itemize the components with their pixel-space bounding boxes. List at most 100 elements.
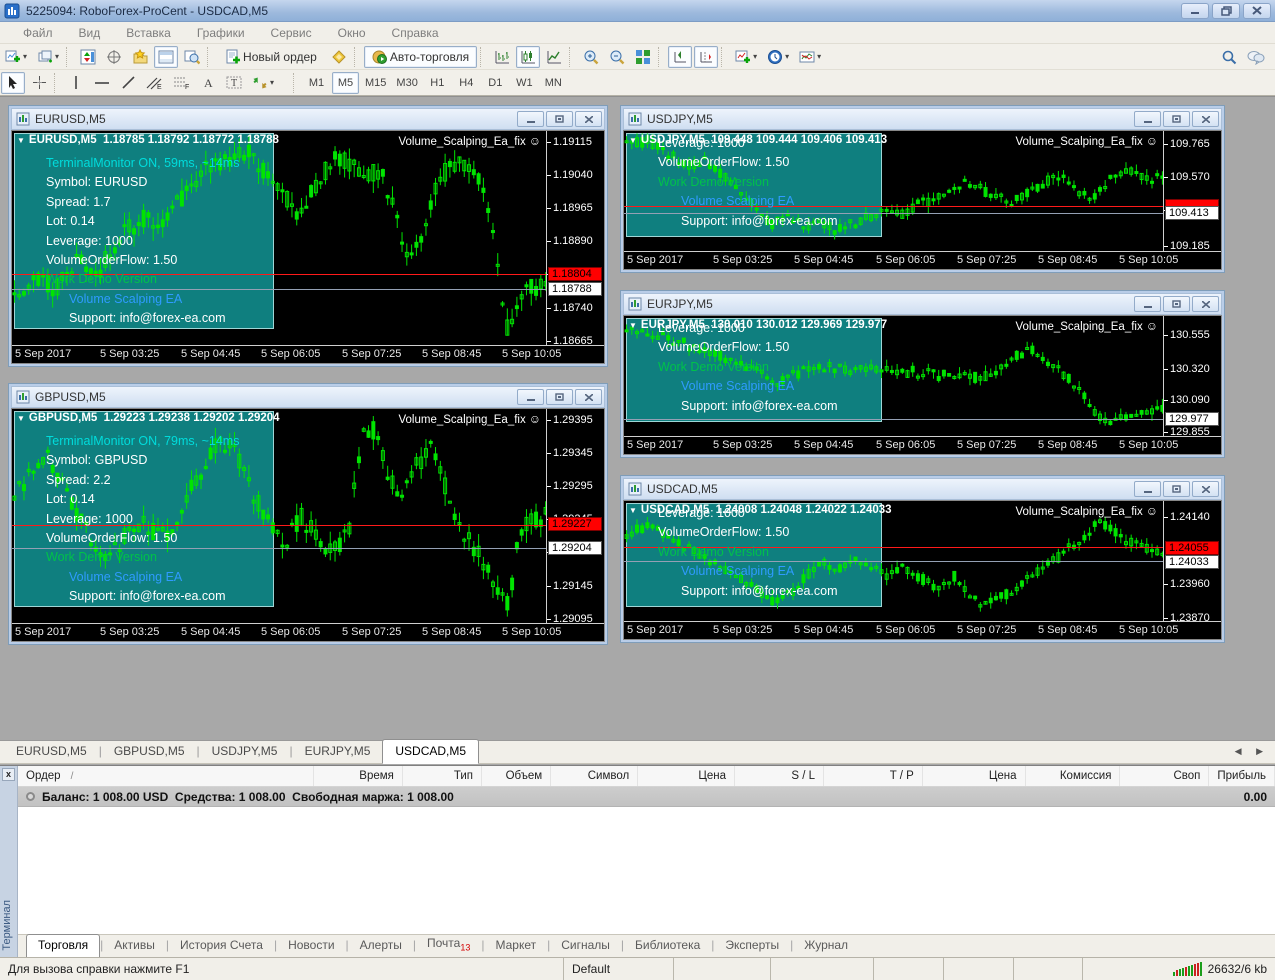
chart-window-usdcad[interactable]: USDCAD,M5 Leverage: 1000 VolumeOrderFlow… — [620, 475, 1225, 643]
chart-plot[interactable]: TerminalMonitor ON, 79ms, ~14ms Symbol: … — [12, 409, 546, 623]
crosshair-tool-button[interactable] — [27, 72, 51, 94]
terminal-button[interactable] — [154, 45, 179, 68]
chart-window-titlebar[interactable]: GBPUSD,M5 — [11, 386, 605, 408]
minimize-button[interactable] — [1134, 481, 1161, 497]
status-profile[interactable]: Default — [563, 958, 673, 980]
timeframe-W1[interactable]: W1 — [511, 72, 538, 94]
terminal-tab-Маркет[interactable]: Маркет — [484, 935, 547, 957]
terminal-column-Комиссия[interactable]: Комиссия — [1026, 766, 1121, 786]
close-button[interactable] — [1192, 296, 1219, 312]
timeframe-M5[interactable]: M5 — [332, 71, 360, 94]
restore-button[interactable] — [1163, 111, 1190, 127]
close-button[interactable] — [1243, 2, 1271, 19]
chart-plot[interactable]: TerminalMonitor ON, 59ms, ~14ms Symbol: … — [12, 131, 546, 345]
line-chart-mode-button[interactable] — [542, 46, 566, 68]
restore-button[interactable] — [546, 111, 573, 127]
timeframe-H4[interactable]: H4 — [453, 72, 480, 94]
minimize-button[interactable] — [1134, 111, 1161, 127]
terminal-column-S / L[interactable]: S / L — [735, 766, 824, 786]
timeframe-D1[interactable]: D1 — [482, 72, 509, 94]
trendline-tool-button[interactable] — [116, 72, 140, 94]
terminal-tab-Журнал[interactable]: Журнал — [793, 935, 859, 957]
restore-button[interactable] — [1163, 481, 1190, 497]
auto-scroll-button[interactable] — [668, 45, 693, 68]
chart-tab-USDJPY,M5[interactable]: USDJPY,M5 — [200, 740, 290, 763]
fibonacci-tool-button[interactable]: F — [169, 72, 194, 94]
timeframe-M30[interactable]: M30 — [392, 72, 421, 94]
terminal-tab-Новости[interactable]: Новости — [277, 935, 345, 957]
balance-row[interactable]: Баланс: 1 008.00 USD Средства: 1 008.00 … — [18, 787, 1275, 807]
terminal-column-Цена[interactable]: Цена — [638, 766, 736, 786]
new-order-button[interactable]: Новый ордер — [217, 46, 325, 68]
text-tool-button[interactable]: A — [196, 72, 220, 94]
terminal-tab-Активы[interactable]: Активы — [103, 935, 166, 957]
menu-item-Вставка[interactable]: Вставка — [113, 23, 184, 43]
menu-item-Вид[interactable]: Вид — [66, 23, 114, 43]
ea-smiley-icon[interactable]: ☺ — [529, 134, 541, 148]
indicators-button[interactable]: ▾ — [731, 46, 761, 68]
metaeditor-button[interactable] — [327, 46, 351, 68]
close-button[interactable] — [575, 389, 602, 405]
chart-tab-scroll-arrows[interactable]: ◀ ▶ — [1235, 746, 1271, 763]
chart-tab-EURUSD,M5[interactable]: EURUSD,M5 — [4, 740, 99, 763]
restore-button[interactable] — [1212, 2, 1240, 19]
text-label-tool-button[interactable]: T — [222, 72, 246, 94]
channel-tool-button[interactable]: E — [142, 72, 167, 94]
chart-window-titlebar[interactable]: USDJPY,M5 — [623, 108, 1222, 130]
terminal-column-Прибыль[interactable]: Прибыль — [1209, 766, 1275, 786]
profiles-button[interactable]: ▾ — [33, 46, 63, 68]
terminal-column-T / P[interactable]: T / P — [824, 766, 923, 786]
navigator-button[interactable] — [128, 46, 152, 68]
terminal-tab-Почта[interactable]: Почта13 — [416, 933, 481, 957]
chart-window-titlebar[interactable]: EURUSD,M5 — [11, 108, 605, 130]
close-button[interactable] — [1192, 481, 1219, 497]
timeframe-H1[interactable]: H1 — [424, 72, 451, 94]
market-watch-button[interactable] — [76, 46, 100, 68]
new-chart-button[interactable]: ▾ — [1, 46, 31, 68]
periods-button[interactable]: ▾ — [763, 46, 793, 68]
chart-tab-EURJPY,M5[interactable]: EURJPY,M5 — [293, 740, 383, 763]
terminal-column-Своп[interactable]: Своп — [1120, 766, 1210, 786]
chart-window-usdjpy[interactable]: USDJPY,M5 Leverage: 1000 VolumeOrderFlow… — [620, 105, 1225, 273]
ea-smiley-icon[interactable]: ☺ — [529, 412, 541, 426]
tile-windows-button[interactable] — [631, 46, 655, 68]
close-button[interactable] — [1192, 111, 1219, 127]
vertical-line-tool-button[interactable] — [64, 72, 88, 94]
terminal-column-header[interactable]: Ордер / Время Тип Объем Символ Цена S / LT / PЦ… — [18, 766, 1275, 787]
terminal-tab-Эксперты[interactable]: Эксперты — [714, 935, 790, 957]
chart-area[interactable]: TerminalMonitor ON, 79ms, ~14ms Symbol: … — [11, 408, 605, 642]
chart-area[interactable]: Leverage: 1000 VolumeOrderFlow: 1.50 Wor… — [623, 500, 1222, 640]
timeframe-MN[interactable]: MN — [540, 72, 567, 94]
terminal-tab-История Счета[interactable]: История Счета — [169, 935, 274, 957]
terminal-tab-Алерты[interactable]: Алерты — [349, 935, 413, 957]
ea-smiley-icon[interactable]: ☺ — [1146, 504, 1158, 518]
terminal-close-button[interactable]: x — [2, 768, 15, 781]
terminal-column-Время[interactable]: Время — [314, 766, 403, 786]
chat-button[interactable] — [1243, 46, 1269, 68]
timeframe-M15[interactable]: M15 — [361, 72, 390, 94]
terminal-tab-Торговля[interactable]: Торговля — [26, 934, 101, 958]
restore-button[interactable] — [1163, 296, 1190, 312]
autotrading-button[interactable]: Авто-торговля — [363, 45, 478, 68]
chart-shift-button[interactable] — [694, 45, 719, 68]
chart-window-eurjpy[interactable]: EURJPY,M5 Leverage: 1000 VolumeOrderFlow… — [620, 290, 1225, 458]
chart-window-titlebar[interactable]: EURJPY,M5 — [623, 293, 1222, 315]
menu-item-Сервис[interactable]: Сервис — [258, 23, 325, 43]
timeframe-M1[interactable]: M1 — [303, 72, 330, 94]
terminal-tab-Сигналы[interactable]: Сигналы — [550, 935, 621, 957]
close-button[interactable] — [575, 111, 602, 127]
minimize-button[interactable] — [1181, 2, 1209, 19]
chart-area[interactable]: Leverage: 1000 VolumeOrderFlow: 1.50 Wor… — [623, 315, 1222, 455]
minimize-button[interactable] — [517, 111, 544, 127]
ea-smiley-icon[interactable]: ☺ — [1146, 134, 1158, 148]
horizontal-line-tool-button[interactable] — [90, 72, 114, 94]
candlestick-mode-button[interactable] — [516, 45, 541, 68]
chart-plot[interactable]: Leverage: 1000 VolumeOrderFlow: 1.50 Wor… — [624, 501, 1163, 621]
strategy-tester-button[interactable] — [180, 46, 204, 68]
terminal-column-Тип[interactable]: Тип — [403, 766, 482, 786]
zoom-in-button[interactable] — [579, 46, 603, 68]
menu-item-Графики[interactable]: Графики — [184, 23, 258, 43]
chart-window-eurusd[interactable]: EURUSD,M5 TerminalMonitor ON, 59ms, ~14m… — [8, 105, 608, 367]
terminal-column-Цена[interactable]: Цена — [923, 766, 1026, 786]
chart-plot[interactable]: Leverage: 1000 VolumeOrderFlow: 1.50 Wor… — [624, 316, 1163, 436]
